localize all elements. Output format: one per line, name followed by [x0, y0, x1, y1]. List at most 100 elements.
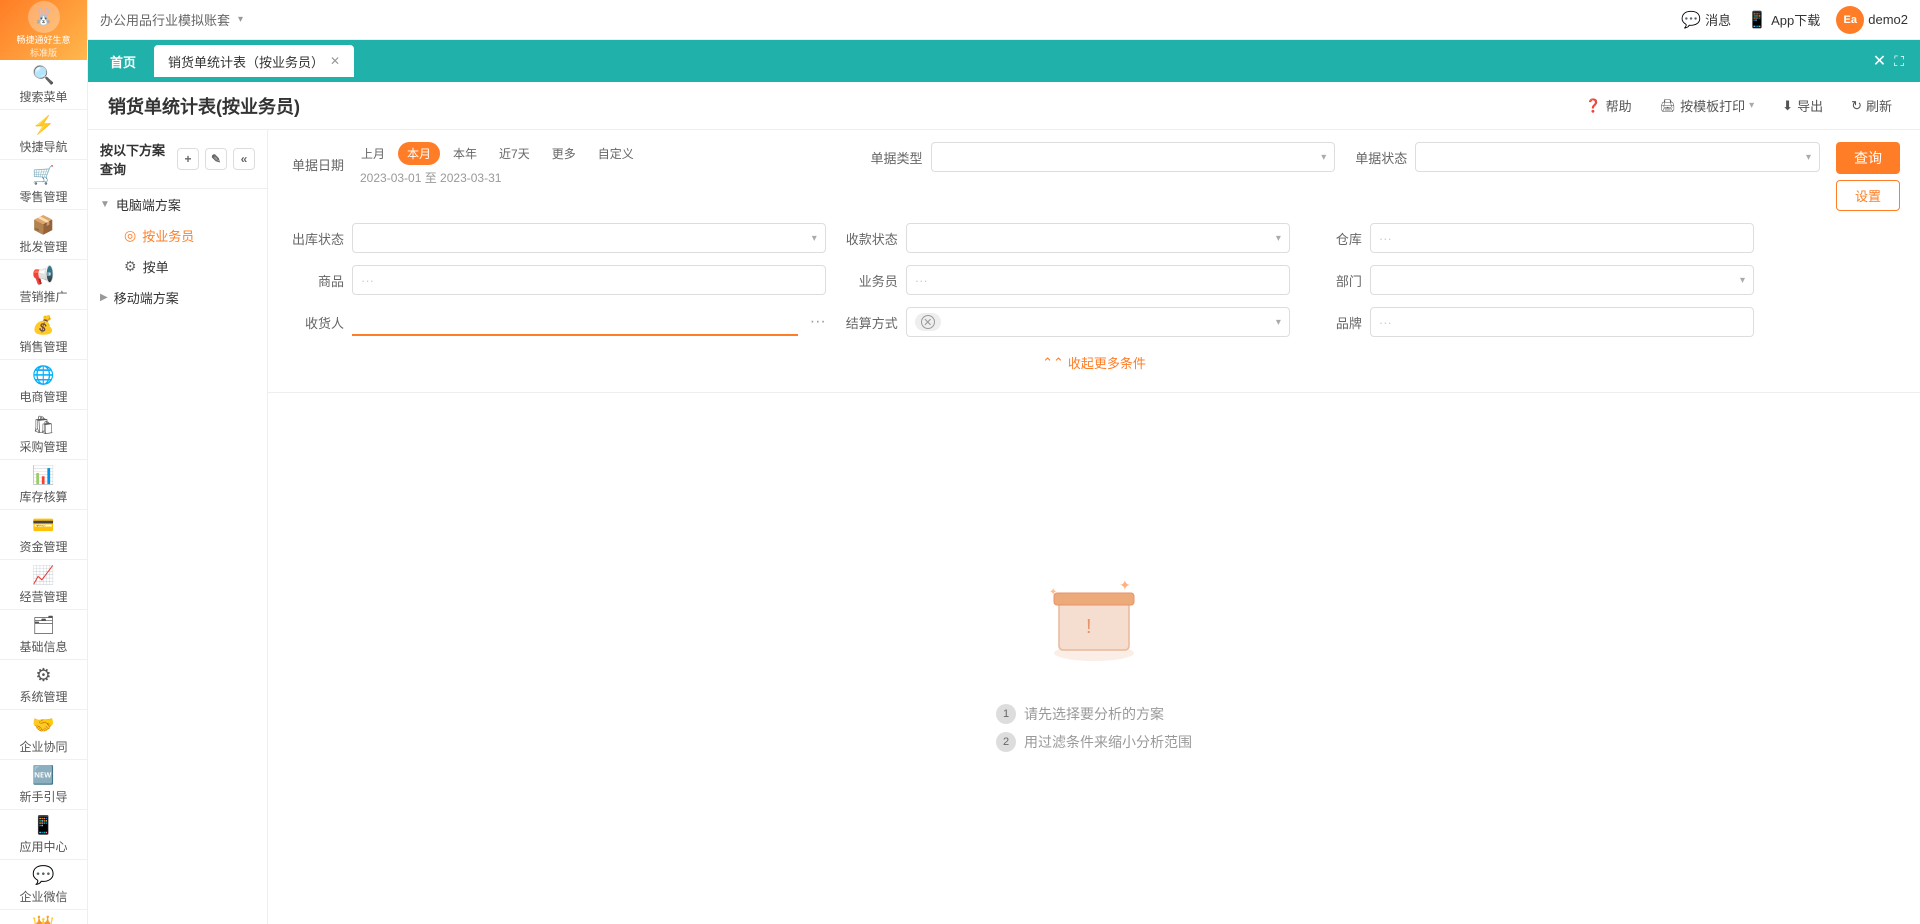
print-btn[interactable]: 🖨 按模板打印 ▾ [1652, 92, 1763, 119]
collapse-up-icon: ⌃⌃ [1042, 355, 1064, 371]
sidebar-item-search[interactable]: 🔍 搜索菜单 [0, 60, 88, 110]
user-avatar: Ea [1836, 6, 1864, 34]
out-status-select[interactable]: ▾ [352, 223, 826, 253]
warehouse-label: 仓库 [1306, 229, 1362, 248]
inventory-icon: 📊 [32, 465, 54, 486]
receipt-status-select[interactable]: ▾ [906, 223, 1290, 253]
tab-report[interactable]: 销货单统计表（按业务员） ✕ [154, 45, 354, 77]
operation-label: 经营管理 [19, 588, 67, 605]
message-btn[interactable]: 💬 消息 [1681, 10, 1731, 30]
date-btn-7days[interactable]: 近7天 [490, 142, 539, 165]
sidebar-item-apps[interactable]: 📱 应用中心 [0, 810, 88, 860]
enterprise-label: 企业协同 [19, 738, 67, 755]
collapse-panel-btn[interactable]: « [233, 148, 255, 170]
edit-icon: ✎ [211, 152, 221, 166]
search-icon: 🔍 [32, 65, 54, 86]
left-panel-icons: + ✎ « [177, 148, 255, 170]
top-nav: 办公用品行业模拟账套 ▾ 💬 消息 📱 App下载 Ea demo2 [88, 0, 1920, 40]
quick-nav-label: 快捷导航 [19, 138, 67, 155]
bill-type-select[interactable]: ▾ [931, 142, 1336, 172]
help-icon: ❓ [1585, 98, 1601, 114]
apps-icon: 📱 [32, 815, 54, 836]
query-button[interactable]: 查询 [1836, 142, 1900, 174]
consignee-input[interactable] [352, 308, 798, 336]
date-btn-last-month[interactable]: 上月 [352, 142, 394, 165]
sidebar-item-ecommerce[interactable]: 🌐 电商管理 [0, 360, 88, 410]
sidebar-item-quick-nav[interactable]: ⚡ 快捷导航 [0, 110, 88, 160]
tab-report-close[interactable]: ✕ [330, 54, 340, 68]
add-scheme-btn[interactable]: + [177, 148, 199, 170]
date-btn-more[interactable]: 更多 [543, 142, 585, 165]
wholesale-icon: 📦 [32, 215, 54, 236]
sidebar-item-inventory[interactable]: 📊 库存核算 [0, 460, 88, 510]
brand-select[interactable]: ··· [1370, 307, 1754, 337]
app-logo: 🐰 畅捷通好生意 标准版 [0, 0, 88, 60]
bill-status-select[interactable]: ▾ [1415, 142, 1820, 172]
sidebar-item-member[interactable]: 👑 畅会员 [0, 910, 88, 924]
wholesale-label: 批发管理 [19, 238, 67, 255]
app-switcher[interactable]: 办公用品行业模拟账套 ▾ [100, 10, 243, 29]
tree-folder-pc[interactable]: ▼ 电脑端方案 [88, 189, 267, 220]
window-close-icon[interactable]: ✕ [1873, 51, 1886, 71]
dept-select[interactable]: ▾ [1370, 265, 1754, 295]
tree-folder-mobile[interactable]: ▶ 移动端方案 [88, 282, 267, 313]
sidebar-item-basic[interactable]: 🗂 基础信息 [0, 610, 88, 660]
dept-label: 部门 [1306, 271, 1362, 290]
tree-expand-icon: ▼ [100, 199, 110, 210]
refresh-btn[interactable]: ↻ 刷新 [1843, 92, 1900, 119]
collapse-btn[interactable]: ⌃⌃ 收起更多条件 [288, 345, 1900, 380]
sidebar-item-operation[interactable]: 📈 经营管理 [0, 560, 88, 610]
enterprise-icon: 🤝 [32, 715, 54, 736]
goods-select[interactable]: ··· [352, 265, 826, 295]
brand-value: ··· [1379, 315, 1392, 330]
warehouse-select[interactable]: ··· [1370, 223, 1754, 253]
sidebar-item-finance[interactable]: 💳 资金管理 [0, 510, 88, 560]
payment-close-icon[interactable]: ✕ [921, 315, 935, 329]
operation-icon: 📈 [32, 565, 54, 586]
sidebar-item-system[interactable]: ⚙ 系统管理 [0, 660, 88, 710]
empty-tip-1: 1 请先选择要分析的方案 [996, 704, 1192, 724]
export-btn[interactable]: ⬇ 导出 [1774, 92, 1831, 119]
svg-text:✦: ✦ [1049, 587, 1057, 598]
user-menu[interactable]: Ea demo2 [1836, 6, 1908, 34]
marketing-label: 营销推广 [19, 288, 67, 305]
finance-icon: 💳 [32, 515, 54, 536]
window-maximize-icon[interactable]: ⛶ [1894, 53, 1904, 70]
tab-report-label: 销货单统计表（按业务员） [168, 52, 324, 71]
consignee-ellipsis[interactable]: ··· [810, 313, 826, 331]
settings-button[interactable]: 设置 [1836, 180, 1900, 211]
sidebar-item-wholesale[interactable]: 📦 批发管理 [0, 210, 88, 260]
current-app-name[interactable]: 办公用品行业模拟账套 [100, 10, 230, 29]
app-download-btn[interactable]: 📱 App下载 [1747, 10, 1820, 30]
print-icon: 🖨 [1660, 98, 1677, 114]
receipt-status-arrow-icon: ▾ [1276, 233, 1281, 244]
tree-item-by-order[interactable]: ⚙ 按单 [112, 251, 267, 282]
print-arrow-icon: ▾ [1749, 100, 1754, 111]
app-arrow-icon[interactable]: ▾ [238, 14, 243, 25]
help-btn[interactable]: ❓ 帮助 [1577, 92, 1639, 119]
sidebar-item-wechat[interactable]: 💬 企业微信 [0, 860, 88, 910]
left-panel-title: 按以下方案查询 [100, 140, 177, 178]
sidebar-item-marketing[interactable]: 📢 营销推广 [0, 260, 88, 310]
logo-text: 畅捷通好生意 [16, 35, 70, 46]
svg-text:✦: ✦ [1119, 577, 1131, 593]
sidebar-item-sales[interactable]: 💰 销售管理 [0, 310, 88, 360]
scheme-order-icon: ⚙ [124, 258, 137, 275]
date-btn-custom[interactable]: 自定义 [589, 142, 643, 165]
salesman-select[interactable]: ··· [906, 265, 1290, 295]
edit-scheme-btn[interactable]: ✎ [205, 148, 227, 170]
sidebar-item-retail[interactable]: 🛒 零售管理 [0, 160, 88, 210]
out-status-label: 出库状态 [288, 229, 344, 248]
payment-select[interactable]: ✕ ▾ [906, 307, 1290, 337]
tab-home[interactable]: 首页 [96, 45, 150, 77]
page-actions: ❓ 帮助 🖨 按模板打印 ▾ ⬇ 导出 ↻ 刷新 [1577, 92, 1900, 119]
sidebar-item-purchase[interactable]: 🛍 采购管理 [0, 410, 88, 460]
tree-item-by-salesman[interactable]: ◎ 按业务员 [112, 220, 267, 251]
tree-folder-mobile-label: 移动端方案 [114, 288, 179, 307]
date-btn-this-month[interactable]: 本月 [398, 142, 440, 165]
scheme-salesman-label: 按业务员 [142, 226, 194, 245]
sales-icon: 💰 [32, 315, 54, 336]
sidebar-item-newcomer[interactable]: 🆕 新手引导 [0, 760, 88, 810]
sidebar-item-enterprise[interactable]: 🤝 企业协同 [0, 710, 88, 760]
date-btn-this-year[interactable]: 本年 [444, 142, 486, 165]
